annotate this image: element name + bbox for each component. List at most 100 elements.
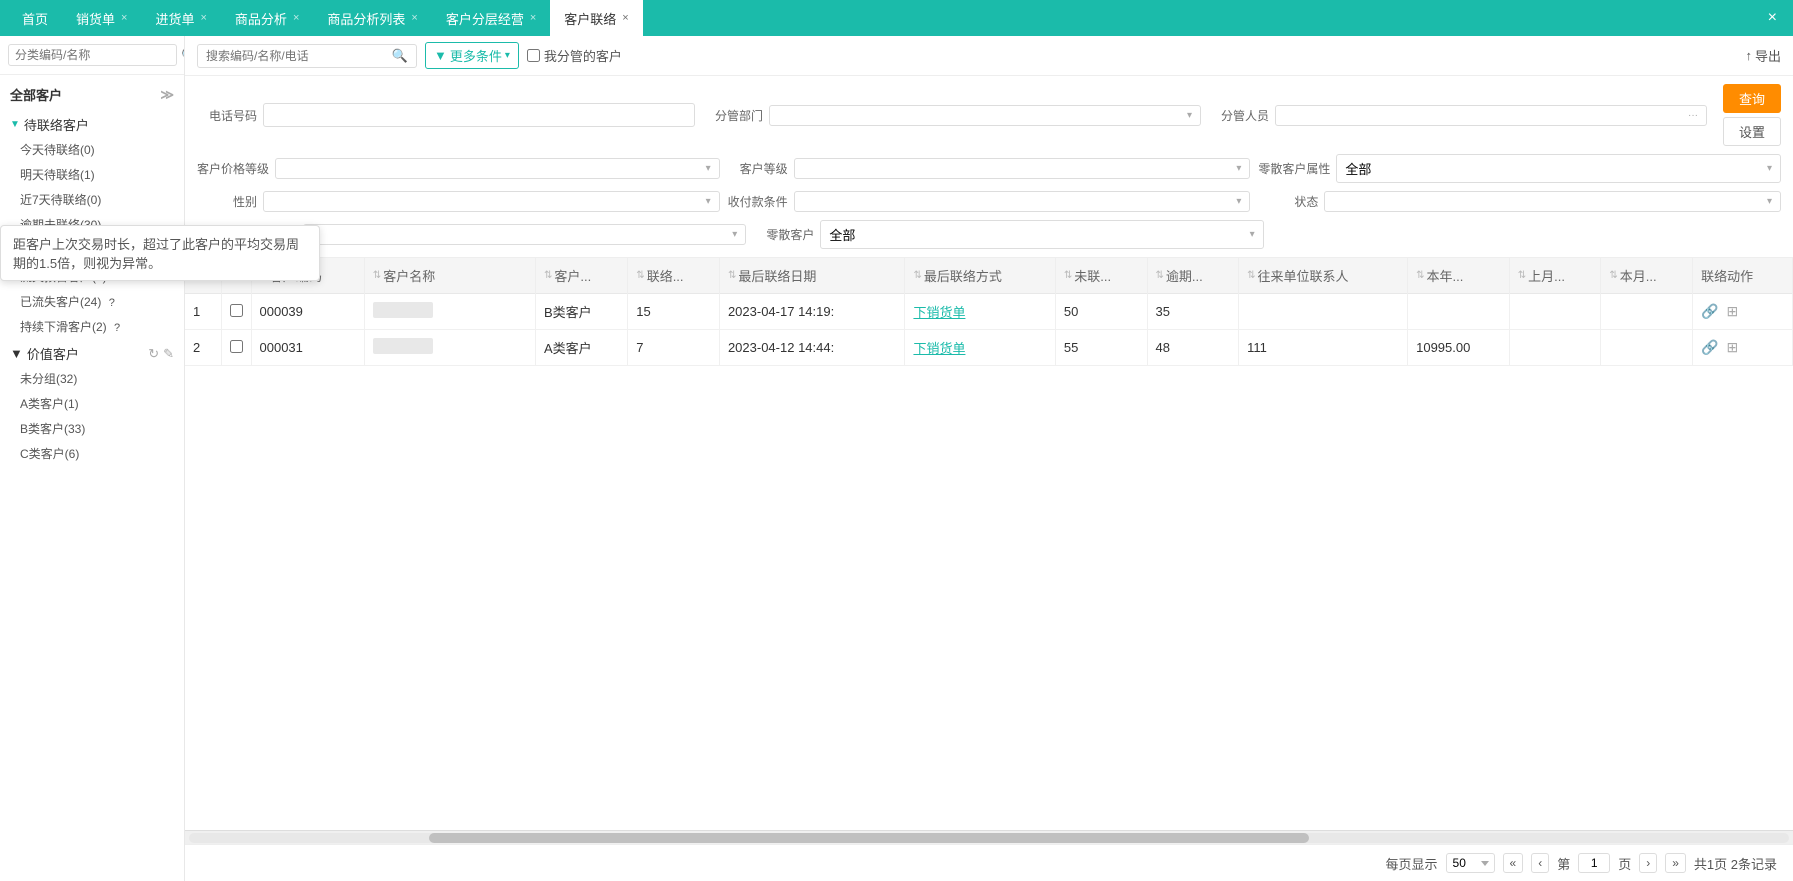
table-header-row: ⚙ ⇅客户编码 ⇅客户名称 ⇅客户... [185, 258, 1793, 294]
query-button[interactable]: 查询 [1723, 84, 1781, 113]
status-label: 状态 [1258, 193, 1318, 210]
row2-contacts: 111 [1239, 330, 1408, 366]
nav-item-customer-contact[interactable]: 客户联络 × [550, 0, 642, 36]
sidebar-item-class-a[interactable]: A类客户(1) [0, 391, 184, 416]
row2-contact-count: 7 [628, 330, 720, 366]
col-year-sort-icon[interactable]: ⇅ [1416, 270, 1424, 281]
sidebar-item-tomorrow[interactable]: 明天待联络(1) [0, 162, 184, 187]
last-page-button[interactable]: » [1665, 853, 1686, 873]
row1-contacts [1239, 294, 1408, 330]
nav-close-analysis[interactable]: × [293, 12, 299, 24]
nav-close-analysis-list[interactable]: × [411, 12, 417, 24]
sidebar-collapse-icon[interactable]: ≫ [160, 87, 174, 103]
sidebar-item-7days[interactable]: 近7天待联络(0) [0, 187, 184, 212]
sidebar-item-ungrouped[interactable]: 未分组(32) [0, 366, 184, 391]
row2-method-link[interactable]: 下销货单 [913, 341, 965, 356]
phone-input[interactable] [263, 103, 695, 127]
person-select[interactable]: ··· [1275, 105, 1707, 126]
col-date-sort-icon[interactable]: ⇅ [728, 270, 736, 281]
row2-checkbox[interactable] [230, 340, 243, 353]
col-month-sort-icon[interactable]: ⇅ [1609, 270, 1617, 281]
prev-page-button[interactable]: ‹ [1531, 853, 1549, 873]
customer-level-chevron: ▾ [1236, 163, 1241, 174]
retail-attr-select[interactable]: 全部 ▾ [1336, 154, 1781, 183]
gender-select[interactable]: ▾ [263, 191, 720, 212]
col-method-sort-icon[interactable]: ⇅ [913, 270, 921, 281]
nav-close-customer-tier[interactable]: × [530, 12, 536, 24]
scrollbar-track[interactable] [189, 833, 1789, 843]
info-icon: ? [114, 322, 120, 334]
sidebar-section-pending[interactable]: ▼ 待联络客户 [0, 110, 184, 137]
col-type-sort-icon[interactable]: ⇅ [544, 270, 552, 281]
row2-name [364, 330, 535, 366]
col-name-sort-icon[interactable]: ⇅ [373, 270, 381, 281]
my-customers-checkbox-area[interactable]: 我分管的客户 [527, 46, 622, 65]
payment-select[interactable]: ▾ [794, 191, 1251, 212]
sidebar-item-class-b[interactable]: B类客户(33) [0, 416, 184, 441]
value-edit-icon[interactable]: ✎ [163, 346, 174, 362]
col-contacts-sort-icon[interactable]: ⇅ [1247, 270, 1255, 281]
filter-retail-customer: 零散客户 全部 ▾ [754, 220, 1263, 249]
sidebar-section-value[interactable]: ▼ 价值客户 ↻ ✎ [0, 339, 184, 366]
sidebar-item-churned[interactable]: 已流失客户(24) ? [0, 289, 184, 314]
row1-checkbox[interactable] [230, 304, 243, 317]
sidebar-item-class-c[interactable]: C类客户(6) [0, 441, 184, 466]
page-label: 第 [1557, 854, 1570, 873]
per-page-select[interactable]: 50 100 200 [1446, 853, 1495, 873]
nav-item-customer-tier[interactable]: 客户分层经营 × [432, 0, 550, 36]
row1-checkbox-cell[interactable] [221, 294, 251, 330]
sidebar-item-today[interactable]: 今天待联络(0) [0, 137, 184, 162]
settings-button[interactable]: 设置 [1723, 117, 1781, 146]
main-search-input[interactable] [206, 49, 392, 63]
nav-item-purchase[interactable]: 进货单 × [141, 0, 220, 36]
filter-customer-level: 客户等级 ▾ [728, 158, 1251, 179]
nav-item-home[interactable]: 首页 [8, 0, 62, 36]
col-contact-sort-icon[interactable]: ⇅ [636, 270, 644, 281]
customer-table: ⚙ ⇅客户编码 ⇅客户名称 ⇅客户... [185, 258, 1793, 366]
main-search-icon[interactable]: 🔍 [392, 48, 408, 64]
export-icon: ↑ [1745, 48, 1752, 63]
nav-close-purchase[interactable]: × [200, 12, 206, 24]
customer-level-select[interactable]: ▾ [794, 158, 1251, 179]
row2-checkbox-cell[interactable] [221, 330, 251, 366]
nav-close-customer-contact[interactable]: × [622, 12, 628, 24]
my-customers-checkbox[interactable] [527, 49, 540, 62]
sidebar-search-input[interactable] [8, 44, 177, 66]
retail-customer-select[interactable]: 全部 ▾ [820, 220, 1263, 249]
value-refresh-icon[interactable]: ↻ [148, 346, 159, 362]
row1-method-link[interactable]: 下销货单 [913, 305, 965, 320]
export-button[interactable]: ↑ 导出 [1745, 46, 1781, 65]
customer-type-select[interactable]: ▾ [303, 224, 746, 245]
more-conditions-button[interactable]: ▼ 更多条件 ▾ [425, 42, 519, 69]
nav-item-sales[interactable]: 销货单 × [62, 0, 141, 36]
scrollbar-thumb[interactable] [429, 833, 1309, 843]
nav-item-analysis[interactable]: 商品分析 × [221, 0, 313, 36]
horizontal-scrollbar[interactable] [185, 830, 1793, 844]
page-number-input[interactable] [1578, 853, 1610, 873]
first-page-button[interactable]: « [1503, 853, 1524, 873]
window-close-button[interactable]: × [1760, 9, 1785, 27]
dept-select[interactable]: ▾ [769, 105, 1201, 126]
nav-close-sales[interactable]: × [121, 12, 127, 24]
gender-label: 性别 [197, 193, 257, 210]
row2-last-method: 下销货单 [905, 330, 1055, 366]
row1-grid-icon[interactable]: ⊞ [1727, 303, 1739, 320]
next-page-button[interactable]: › [1639, 853, 1657, 873]
sidebar-item-declining[interactable]: 持续下滑客户(2) ? [0, 314, 184, 339]
col-this-month: ⇅本月... [1601, 258, 1693, 294]
tooltip-repurchase: 距客户上次交易时长，超过了此客户的平均交易周期的1.5倍，则视为异常。 [185, 225, 320, 281]
col-no-contact-sort-icon[interactable]: ⇅ [1064, 270, 1072, 281]
status-select[interactable]: ▾ [1324, 191, 1781, 212]
col-lmonth-sort-icon[interactable]: ⇅ [1518, 270, 1526, 281]
row2-link-icon[interactable]: 🔗 [1701, 339, 1718, 356]
sidebar-root-item[interactable]: 全部客户 ≫ [0, 79, 184, 110]
col-overdue-sort-icon[interactable]: ⇅ [1156, 270, 1164, 281]
row1-link-icon[interactable]: 🔗 [1701, 303, 1718, 320]
filter-row-2: 客户价格等级 ▾ 客户等级 ▾ 零散客户属性 全部 [197, 154, 1781, 183]
filter-bar: 🔍 ▼ 更多条件 ▾ 我分管的客户 ↑ 导出 [185, 36, 1793, 76]
col-actions: 联络动作 [1693, 258, 1793, 294]
row2-grid-icon[interactable]: ⊞ [1727, 339, 1739, 356]
price-level-select[interactable]: ▾ [275, 158, 720, 179]
row1-this-year [1408, 294, 1510, 330]
nav-item-analysis-list[interactable]: 商品分析列表 × [313, 0, 431, 36]
